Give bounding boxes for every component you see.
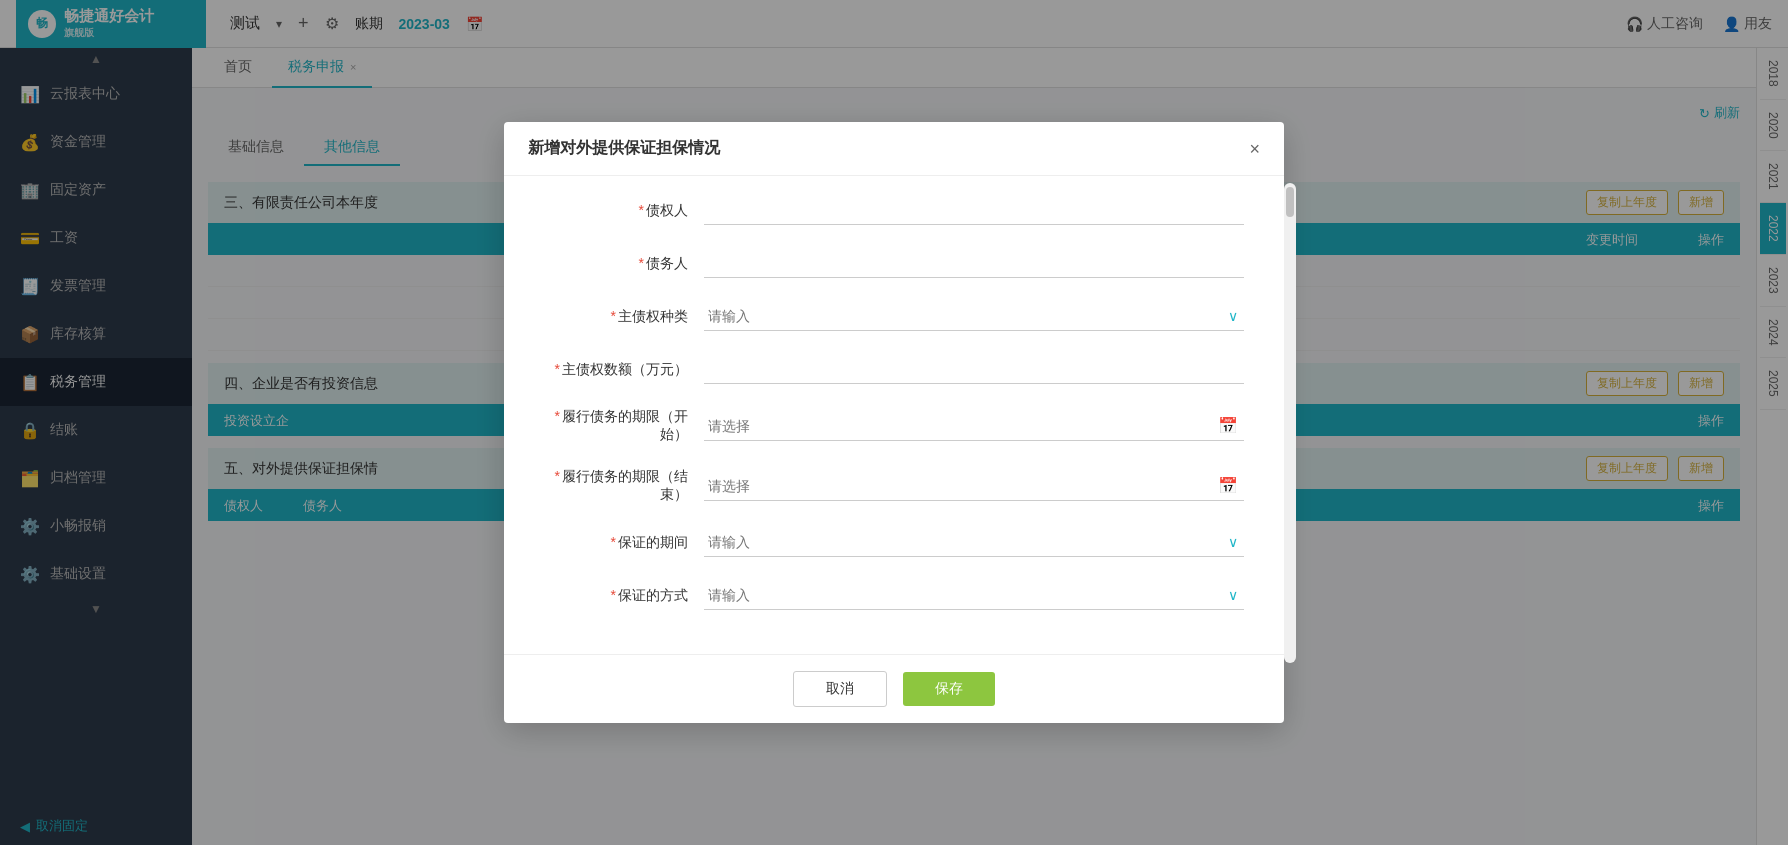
label-claim-type: *主债权种类 (544, 308, 704, 326)
input-period-start[interactable] (704, 412, 1212, 440)
form-row-period-end: *履行债务的期限（结束） 📅 (544, 468, 1244, 504)
save-button[interactable]: 保存 (903, 672, 995, 706)
dialog-title: 新增对外提供保证担保情况 (528, 138, 720, 159)
dialog-overlay[interactable]: 新增对外提供保证担保情况 × *债权人 *债务人 * (0, 0, 1788, 845)
dialog-header: 新增对外提供保证担保情况 × (504, 122, 1284, 176)
select-wrap-guarantee-period[interactable]: ∨ (704, 528, 1244, 557)
dialog: 新增对外提供保证担保情况 × *债权人 *债务人 * (504, 122, 1284, 723)
input-debtor[interactable] (704, 249, 1244, 278)
select-wrap-guarantee-method[interactable]: ∨ (704, 581, 1244, 610)
label-guarantee-period: *保证的期间 (544, 534, 704, 552)
form-row-debtor: *债务人 (544, 249, 1244, 278)
input-period-end[interactable] (704, 472, 1212, 500)
form-row-period-start: *履行债务的期限（开始） 📅 (544, 408, 1244, 444)
date-wrap-period-start[interactable]: 📅 (704, 412, 1244, 441)
label-creditor: *债权人 (544, 202, 704, 220)
label-period-start: *履行债务的期限（开始） (544, 408, 704, 444)
dialog-body: *债权人 *债务人 *主债权种类 ∨ (504, 176, 1284, 654)
input-claim-type[interactable] (704, 302, 1222, 330)
select-wrap-claim-type[interactable]: ∨ (704, 302, 1244, 331)
label-guarantee-method: *保证的方式 (544, 587, 704, 605)
cancel-button[interactable]: 取消 (793, 671, 887, 707)
dialog-close-button[interactable]: × (1249, 140, 1260, 158)
dialog-footer: 取消 保存 (504, 654, 1284, 723)
calendar-icon-start[interactable]: 📅 (1212, 416, 1244, 435)
form-row-guarantee-period: *保证的期间 ∨ (544, 528, 1244, 557)
input-creditor[interactable] (704, 196, 1244, 225)
input-guarantee-period[interactable] (704, 528, 1222, 556)
form-row-claim-type: *主债权种类 ∨ (544, 302, 1244, 331)
date-wrap-period-end[interactable]: 📅 (704, 472, 1244, 501)
label-debtor: *债务人 (544, 255, 704, 273)
chevron-down-icon-guarantee-method[interactable]: ∨ (1222, 587, 1244, 603)
form-row-claim-amount: *主债权数额（万元） (544, 355, 1244, 384)
label-claim-amount: *主债权数额（万元） (544, 361, 704, 379)
input-guarantee-method[interactable] (704, 581, 1222, 609)
label-period-end: *履行债务的期限（结束） (544, 468, 704, 504)
dialog-scrollbar-track[interactable] (1284, 183, 1296, 663)
chevron-down-icon-guarantee-period[interactable]: ∨ (1222, 534, 1244, 550)
form-row-creditor: *债权人 (544, 196, 1244, 225)
form-row-guarantee-method: *保证的方式 ∨ (544, 581, 1244, 610)
dialog-scrollbar-thumb (1286, 187, 1294, 217)
calendar-icon-end[interactable]: 📅 (1212, 476, 1244, 495)
chevron-down-icon-claim-type[interactable]: ∨ (1222, 308, 1244, 324)
input-claim-amount[interactable] (704, 355, 1244, 384)
